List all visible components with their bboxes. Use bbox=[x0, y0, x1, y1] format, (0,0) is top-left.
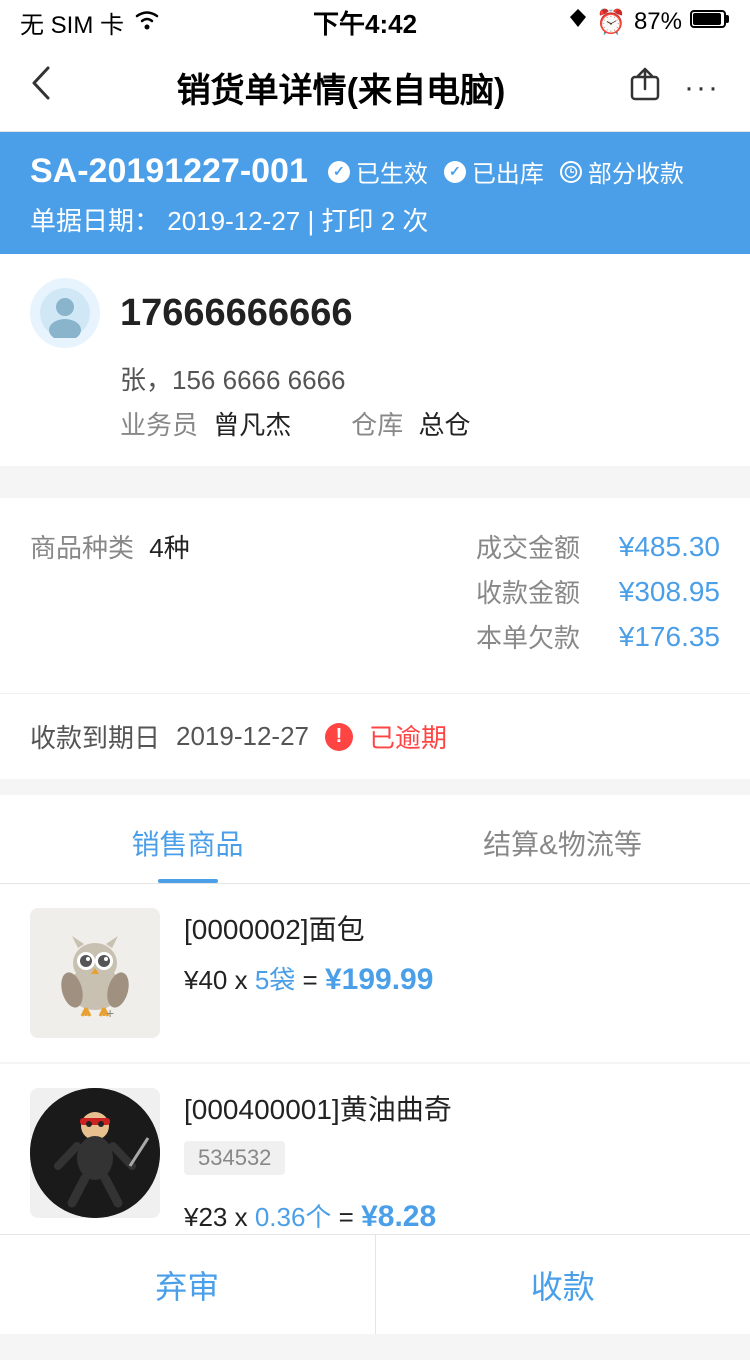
check-icon-2: ✓ bbox=[444, 161, 466, 183]
header-banner: SA-20191227-001 ✓ 已生效 ✓ 已出库 部分收款 bbox=[0, 132, 750, 254]
status-right: ⏰ 87% bbox=[568, 7, 730, 38]
content-area: 17666666666 张，156 6666 6666 业务员 曾凡杰 仓库 总… bbox=[0, 254, 750, 1360]
summary-section: 商品种类 4种 成交金额 ¥485.30 收款金额 ¥308.95 本单欠款 ¥… bbox=[0, 498, 750, 693]
more-icon[interactable]: ··· bbox=[684, 71, 720, 105]
received-amount-row: 收款金额 ¥308.95 bbox=[476, 573, 720, 610]
status-time: 下午4:42 bbox=[313, 4, 417, 41]
nav-icons: ··· bbox=[630, 67, 720, 109]
customer-id: 17666666666 bbox=[120, 292, 352, 335]
check-icon-1: ✓ bbox=[328, 161, 350, 183]
status-badge-partial: 部分收款 bbox=[560, 154, 684, 189]
page-title: 销货单详情(来自电脑) bbox=[177, 63, 506, 112]
svg-text:+: + bbox=[106, 1005, 114, 1018]
due-section: 收款到期日 2019-12-27 ! 已逾期 bbox=[0, 693, 750, 779]
status-badges: ✓ 已生效 ✓ 已出库 部分收款 bbox=[328, 154, 684, 189]
list-item: + [0000002]面包 ¥40 x 5袋 = ¥199.99 bbox=[0, 884, 750, 1062]
summary-right: 成交金额 ¥485.30 收款金额 ¥308.95 本单欠款 ¥176.35 bbox=[476, 528, 720, 663]
banner-top: SA-20191227-001 ✓ 已生效 ✓ 已出库 部分收款 bbox=[30, 152, 720, 191]
product-sku: 534532 bbox=[184, 1141, 285, 1175]
product-thumbnail-1: + bbox=[30, 908, 160, 1038]
due-label: 收款到期日 bbox=[30, 718, 160, 755]
avatar bbox=[30, 278, 100, 348]
summary-left: 商品种类 4种 bbox=[30, 528, 190, 663]
product-thumbnail-2 bbox=[30, 1088, 160, 1218]
wifi-icon bbox=[132, 8, 162, 37]
status-badge-shipped: ✓ 已出库 bbox=[444, 154, 544, 189]
tab-settlement[interactable]: 结算&物流等 bbox=[375, 795, 750, 883]
customer-meta: 业务员 曾凡杰 仓库 总仓 bbox=[120, 405, 720, 442]
due-date: 2019-12-27 bbox=[176, 721, 309, 752]
sim-status: 无 SIM 卡 bbox=[20, 5, 124, 40]
product-sku-row: 534532 bbox=[184, 1140, 720, 1187]
clock-icon bbox=[560, 161, 582, 183]
product-price-1: ¥40 x 5袋 = ¥199.99 bbox=[184, 960, 720, 997]
product-price-2: ¥23 x 0.36个 = ¥8.28 bbox=[184, 1197, 720, 1234]
order-id: SA-20191227-001 bbox=[30, 152, 308, 191]
battery-text: 87% bbox=[634, 8, 682, 36]
salesperson-info: 业务员 曾凡杰 bbox=[120, 405, 291, 442]
customer-row: 17666666666 bbox=[30, 278, 720, 348]
location-icon bbox=[568, 7, 588, 38]
product-info-1: [0000002]面包 ¥40 x 5袋 = ¥199.99 bbox=[184, 908, 720, 997]
alarm-icon: ⏰ bbox=[596, 8, 626, 37]
product-info-2: [000400001]黄油曲奇 534532 ¥23 x 0.36个 = ¥8.… bbox=[184, 1088, 720, 1234]
product-name-1: [0000002]面包 bbox=[184, 908, 720, 948]
status-left: 无 SIM 卡 bbox=[20, 5, 162, 40]
owed-amount-row: 本单欠款 ¥176.35 bbox=[476, 618, 720, 655]
customer-section: 17666666666 张，156 6666 6666 业务员 曾凡杰 仓库 总… bbox=[0, 254, 750, 466]
battery-icon bbox=[690, 8, 730, 37]
status-bar: 无 SIM 卡 下午4:42 ⏰ 87% bbox=[0, 0, 750, 44]
deal-amount-row: 成交金额 ¥485.30 bbox=[476, 528, 720, 565]
collect-payment-button[interactable]: 收款 bbox=[376, 1235, 750, 1334]
separator-1 bbox=[0, 482, 750, 498]
bottom-bar: 弃审 收款 bbox=[0, 1234, 750, 1334]
share-icon[interactable] bbox=[630, 67, 660, 109]
status-badge-active: ✓ 已生效 bbox=[328, 154, 428, 189]
overdue-icon: ! bbox=[325, 723, 353, 751]
product-image-1: + bbox=[30, 908, 160, 1038]
banner-date: 单据日期： 2019-12-27 | 打印 2 次 bbox=[30, 201, 720, 238]
tab-sales-products[interactable]: 销售商品 bbox=[0, 795, 375, 883]
customer-contact: 张，156 6666 6666 bbox=[120, 360, 720, 397]
separator-2 bbox=[0, 779, 750, 795]
product-name-2: [000400001]黄油曲奇 bbox=[184, 1088, 720, 1128]
tab-bar: 销售商品 结算&物流等 bbox=[0, 795, 750, 884]
abandon-review-button[interactable]: 弃审 bbox=[0, 1235, 376, 1334]
overdue-text: 已逾期 bbox=[369, 718, 447, 755]
product-image-2 bbox=[30, 1088, 160, 1218]
product-list: + [0000002]面包 ¥40 x 5袋 = ¥199.99 bbox=[0, 884, 750, 1258]
warehouse-info: 仓库 总仓 bbox=[351, 405, 470, 442]
nav-bar: 销货单详情(来自电脑) ··· bbox=[0, 44, 750, 132]
back-button[interactable] bbox=[30, 64, 52, 111]
list-item: [000400001]黄油曲奇 534532 ¥23 x 0.36个 = ¥8.… bbox=[0, 1064, 750, 1258]
